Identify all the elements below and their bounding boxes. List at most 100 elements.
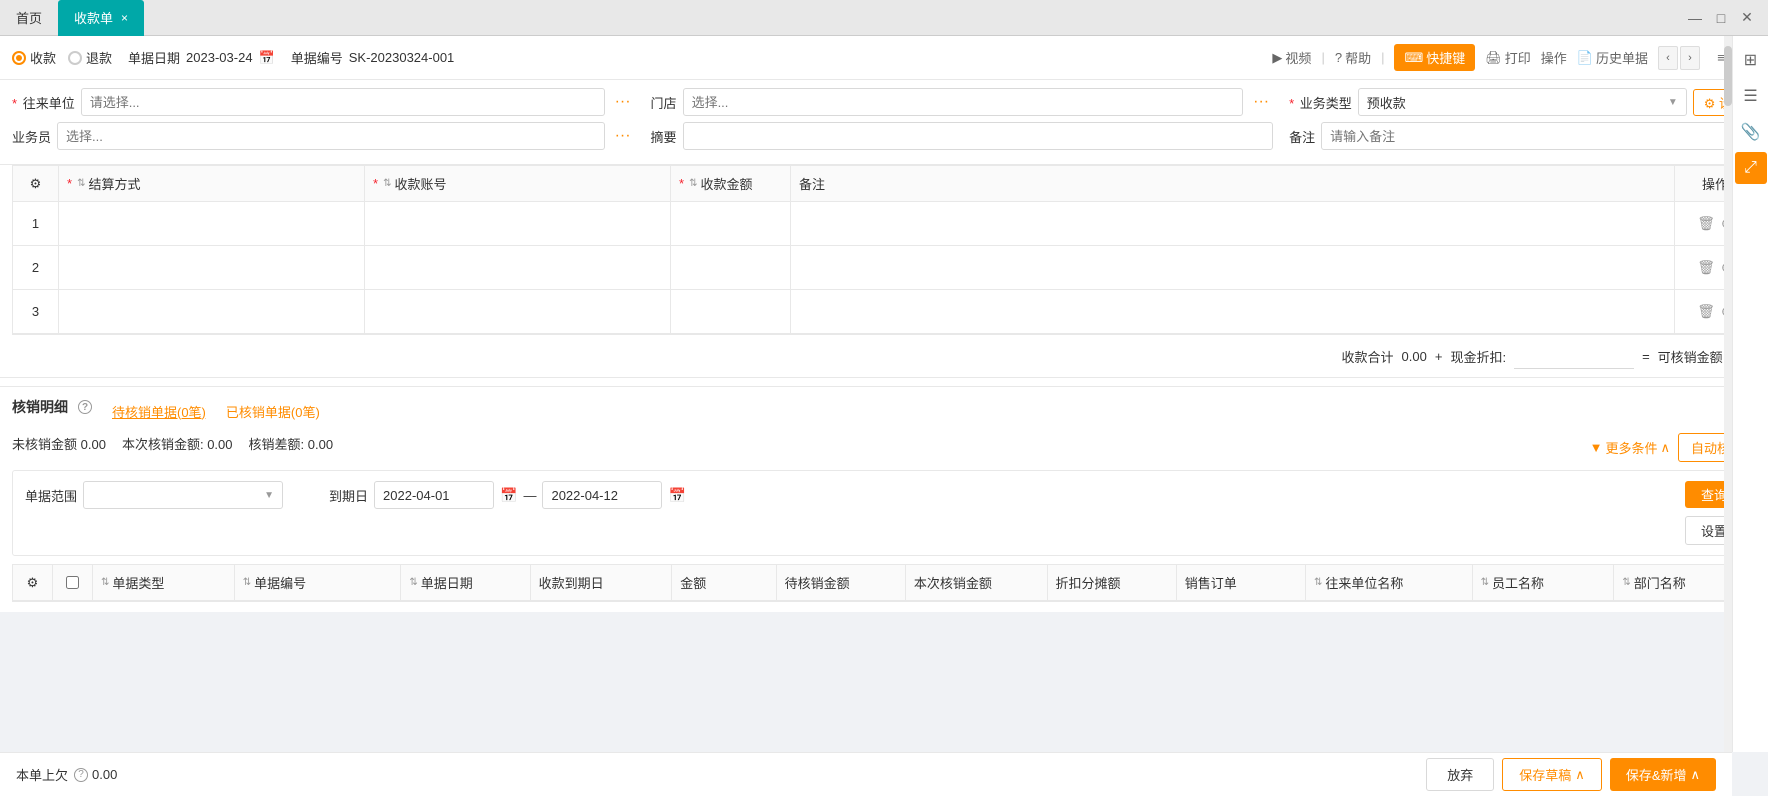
video-label: 视频 [1285, 48, 1311, 67]
row2-delete-icon[interactable]: 🗑 [1697, 259, 1715, 276]
save-new-button[interactable]: 保存&新增 ∧ [1610, 758, 1716, 791]
maximize-button[interactable]: □ [1712, 9, 1730, 27]
bth-bill-type: ⇅ 单据类型 [93, 565, 235, 600]
note-input[interactable] [1321, 122, 1756, 150]
range-select[interactable]: ▼ [83, 481, 283, 509]
save-draft-arrow-icon: ∧ [1575, 767, 1585, 783]
summary-field: 摘要 [651, 122, 1274, 150]
operation-link[interactable]: 操作 [1541, 48, 1567, 67]
more-conditions-link[interactable]: ▼ 更多条件 ∧ [1590, 438, 1670, 457]
row2-amount[interactable] [671, 246, 791, 289]
staff-more-icon[interactable]: ··· [611, 127, 635, 145]
bth-settings[interactable]: ⚙ [13, 565, 53, 600]
note-field: 备注 [1289, 122, 1756, 150]
row2-settlement[interactable] [59, 246, 365, 289]
partner-more-icon[interactable]: ··· [611, 93, 635, 111]
receipt-table: ⚙ * ⇅ 结算方式 * ⇅ 收款账号 * ⇅ 收款金额 备注 操作 [12, 165, 1756, 335]
tab-home[interactable]: 首页 [0, 0, 58, 36]
nav-next[interactable]: › [1680, 46, 1700, 70]
tab-close-icon[interactable]: × [121, 11, 128, 25]
select-all-checkbox[interactable] [66, 576, 79, 589]
th-settings[interactable]: ⚙ [13, 166, 59, 201]
sidebar-list-icon[interactable]: ☰ [1735, 80, 1767, 112]
date-to-input[interactable]: 2022-04-12 [542, 481, 662, 509]
minimize-button[interactable]: — [1686, 9, 1704, 27]
bill-limit-value: 0.00 [92, 767, 117, 782]
window-controls: — □ ✕ [1686, 9, 1768, 27]
save-draft-button[interactable]: 保存草稿 ∧ [1502, 758, 1602, 791]
biz-type-select[interactable]: 预收款 ▼ [1358, 88, 1687, 116]
row3-remark[interactable] [791, 290, 1675, 333]
top-toolbar: 收款 退款 单据日期 2023-03-24 📅 单据编号 SK-20230324… [0, 36, 1768, 80]
range-label: 单据范围 [25, 486, 77, 505]
table-row: 3 🗑 ⊕ [13, 290, 1755, 334]
discount-input[interactable] [1514, 343, 1634, 369]
footer-actions: 放弃 保存草稿 ∧ 保存&新增 ∧ [1426, 758, 1716, 791]
footer-info: 本单上欠 ? 0.00 [16, 765, 117, 784]
cal-to-icon[interactable]: 📅 [668, 487, 685, 504]
close-button[interactable]: ✕ [1738, 9, 1756, 27]
sidebar-clip-icon[interactable]: 📎 [1735, 116, 1767, 148]
print-link[interactable]: 🖨 打印 [1485, 48, 1531, 67]
shop-more-icon[interactable]: ··· [1249, 93, 1273, 111]
verify-info-icon[interactable]: ? [78, 400, 92, 414]
discount-label: 现金折扣: [1450, 347, 1506, 366]
row1-delete-icon[interactable]: 🗑 [1697, 215, 1715, 232]
settlement-sort-icon: ⇅ [77, 178, 85, 189]
footer-info-icon[interactable]: ? [74, 768, 88, 782]
calendar-icon[interactable]: 📅 [259, 50, 275, 66]
row-num-3: 3 [13, 290, 59, 333]
help-link[interactable]: ? 帮助 [1335, 48, 1371, 67]
staff-input[interactable] [57, 122, 605, 150]
row3-amount[interactable] [671, 290, 791, 333]
date-from-input[interactable]: 2022-04-01 [374, 481, 494, 509]
abandon-button[interactable]: 放弃 [1426, 758, 1494, 791]
cal-from-icon[interactable]: 📅 [500, 487, 517, 504]
row3-delete-icon[interactable]: 🗑 [1697, 303, 1715, 320]
account-sort-icon: ⇅ [383, 178, 391, 189]
th-account: * ⇅ 收款账号 [365, 166, 671, 201]
shortcut-label: 快捷键 [1426, 48, 1465, 67]
range-select-arrow: ▼ [264, 490, 274, 501]
row1-settlement[interactable] [59, 202, 365, 245]
row2-remark[interactable] [791, 246, 1675, 289]
video-icon: ▶ [1272, 50, 1282, 66]
biz-type-value: 预收款 ▼ [1358, 88, 1687, 116]
shop-label: 门店 [651, 93, 677, 112]
row1-account[interactable] [365, 202, 671, 245]
history-label: 历史单据 [1596, 48, 1648, 67]
row1-remark[interactable] [791, 202, 1675, 245]
bth-discount: 折扣分摊额 [1048, 565, 1177, 600]
form-row-2: 业务员 ··· 摘要 备注 [12, 122, 1756, 150]
bottom-table-header: ⚙ ⇅ 单据类型 ⇅ 单据编号 ⇅ 单据日期 收款到期日 [13, 565, 1755, 601]
row2-account[interactable] [365, 246, 671, 289]
date-label: 单据日期 [128, 48, 180, 67]
tab-pending[interactable]: 待核销单据(0笔) [104, 400, 214, 423]
sidebar-expand-icon[interactable]: ⤢ [1735, 152, 1767, 184]
row3-account[interactable] [365, 290, 671, 333]
row1-amount[interactable] [671, 202, 791, 245]
bth-checkbox [53, 565, 93, 600]
shortcut-button[interactable]: ⌨ 快捷键 [1394, 44, 1475, 71]
tab-receipt[interactable]: 收款单 × [58, 0, 144, 36]
bill-limit-label: 本单上欠 [16, 765, 68, 784]
sidebar-table-icon[interactable]: ⊞ [1735, 44, 1767, 76]
video-link[interactable]: ▶ 视频 [1272, 48, 1311, 67]
tab-bar: 首页 收款单 × — □ ✕ [0, 0, 1768, 36]
shop-input[interactable] [683, 88, 1244, 116]
tab-done[interactable]: 已核销单据(0笔) [218, 400, 328, 423]
history-link[interactable]: 📄 历史单据 [1577, 48, 1648, 67]
radio-collect[interactable]: 收款 [12, 48, 56, 67]
range-filter: 单据范围 ▼ [25, 481, 283, 509]
number-label: 单据编号 [291, 48, 343, 67]
diff-stat: 核销差额: 0.00 [249, 434, 334, 453]
radio-refund[interactable]: 退款 [68, 48, 112, 67]
summary-input[interactable] [683, 122, 1274, 150]
partner-input[interactable] [81, 88, 605, 116]
help-label: 帮助 [1345, 48, 1371, 67]
radio-group: 收款 退款 [12, 48, 112, 67]
row3-settlement[interactable] [59, 290, 365, 333]
nav-prev[interactable]: ‹ [1658, 46, 1678, 70]
staff-field: 业务员 ··· [12, 122, 635, 150]
radio-collect-dot [12, 51, 26, 65]
